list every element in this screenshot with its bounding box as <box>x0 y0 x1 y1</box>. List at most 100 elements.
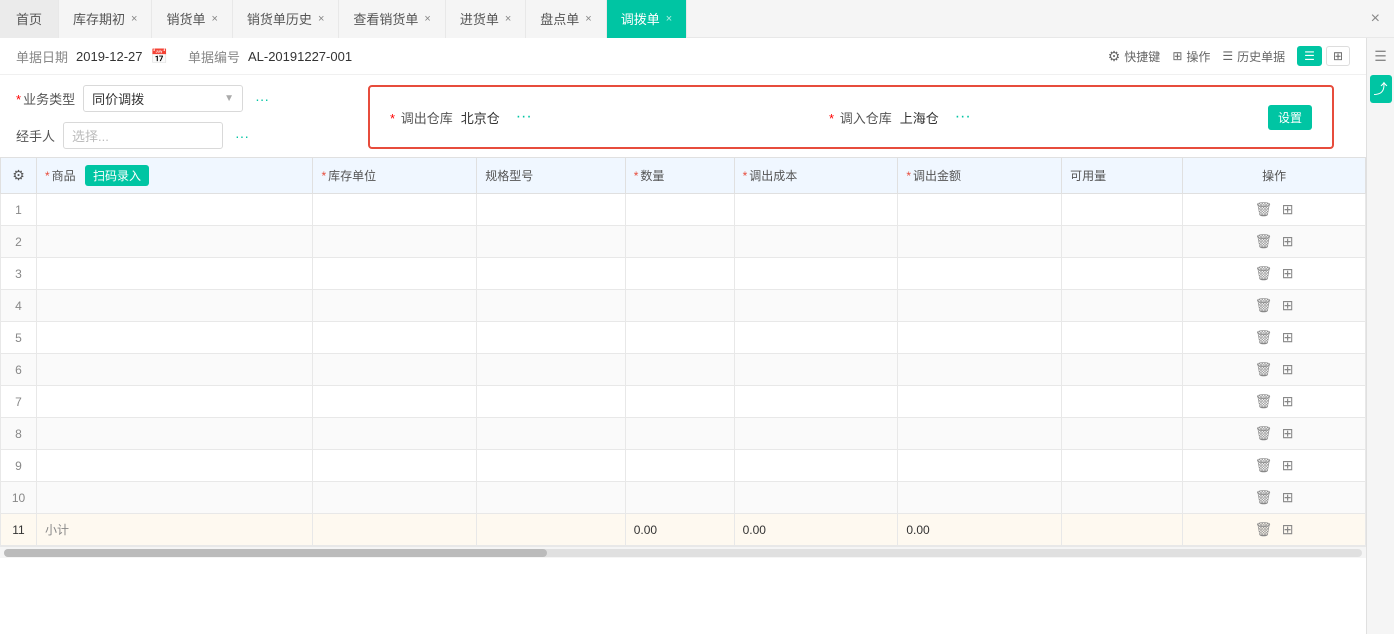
delete-icon[interactable]: 🗑 <box>1255 233 1273 249</box>
cell-unit[interactable] <box>313 386 477 418</box>
tab-close-sales-order[interactable]: × <box>211 13 217 25</box>
cell-product[interactable] <box>37 290 313 322</box>
tab-close-purchase[interactable]: × <box>505 13 511 25</box>
cell-spec[interactable] <box>477 450 626 482</box>
scrollbar-track[interactable] <box>4 549 1362 557</box>
cell-cost[interactable] <box>734 418 898 450</box>
cell-unit[interactable] <box>313 482 477 514</box>
cell-available[interactable] <box>1062 418 1183 450</box>
cell-product[interactable] <box>37 482 313 514</box>
cell-available[interactable] <box>1062 322 1183 354</box>
cell-amount[interactable] <box>898 450 1062 482</box>
cell-qty[interactable] <box>625 418 734 450</box>
handler-dots[interactable]: ··· <box>235 128 249 144</box>
cell-product[interactable] <box>37 226 313 258</box>
cell-spec[interactable] <box>477 194 626 226</box>
source-warehouse-dots[interactable]: ··· <box>516 108 532 126</box>
cell-qty[interactable] <box>625 194 734 226</box>
copy-icon[interactable]: ⊞ <box>1282 521 1294 537</box>
delete-icon[interactable]: 🗑 <box>1255 521 1273 537</box>
copy-icon[interactable]: ⊞ <box>1282 457 1294 473</box>
operations-button[interactable]: ⊞ 操作 <box>1172 48 1210 65</box>
tab-close-stocktaking[interactable]: × <box>585 13 591 25</box>
cell-product[interactable] <box>37 386 313 418</box>
cell-qty[interactable] <box>625 258 734 290</box>
cell-product[interactable] <box>37 418 313 450</box>
cell-amount[interactable] <box>898 322 1062 354</box>
cell-amount[interactable] <box>898 482 1062 514</box>
delete-icon[interactable]: 🗑 <box>1255 425 1273 441</box>
delete-icon[interactable]: 🗑 <box>1255 457 1273 473</box>
cell-available[interactable] <box>1062 226 1183 258</box>
cell-qty[interactable] <box>625 482 734 514</box>
cell-available[interactable] <box>1062 482 1183 514</box>
cell-spec[interactable] <box>477 418 626 450</box>
copy-icon[interactable]: ⊞ <box>1282 425 1294 441</box>
handler-select[interactable]: 选择... <box>63 122 223 149</box>
shortcuts-button[interactable]: ⚙ 快捷键 <box>1108 48 1161 65</box>
cell-qty[interactable] <box>625 386 734 418</box>
target-warehouse-dots[interactable]: ··· <box>955 108 971 126</box>
sidebar-export-icon[interactable]: ⤴ <box>1370 75 1392 103</box>
cell-amount[interactable] <box>898 354 1062 386</box>
cell-spec[interactable] <box>477 322 626 354</box>
cell-available[interactable] <box>1062 258 1183 290</box>
setting-button[interactable]: 设置 <box>1268 105 1312 130</box>
copy-icon[interactable]: ⊞ <box>1282 489 1294 505</box>
cell-spec[interactable] <box>477 482 626 514</box>
tab-close-transfer[interactable]: × <box>666 13 672 25</box>
delete-icon[interactable]: 🗑 <box>1255 489 1273 505</box>
tab-inventory-init[interactable]: 库存期初 × <box>59 0 152 38</box>
tab-sales-history[interactable]: 销货单历史 × <box>233 0 339 38</box>
cell-product[interactable] <box>37 450 313 482</box>
cell-unit[interactable] <box>313 194 477 226</box>
cell-product[interactable] <box>37 194 313 226</box>
cell-amount[interactable] <box>898 258 1062 290</box>
cell-amount[interactable] <box>898 386 1062 418</box>
copy-icon[interactable]: ⊞ <box>1282 201 1294 217</box>
cell-qty[interactable] <box>625 226 734 258</box>
cell-qty[interactable] <box>625 322 734 354</box>
list-view-button[interactable]: ☰ <box>1297 46 1322 66</box>
cell-cost[interactable] <box>734 386 898 418</box>
cell-amount[interactable] <box>898 290 1062 322</box>
cell-cost[interactable] <box>734 322 898 354</box>
tab-close-check-sales[interactable]: × <box>424 13 430 25</box>
cell-cost[interactable] <box>734 354 898 386</box>
cell-cost[interactable] <box>734 194 898 226</box>
cell-amount[interactable] <box>898 418 1062 450</box>
cell-product[interactable] <box>37 258 313 290</box>
copy-icon[interactable]: ⊞ <box>1282 329 1294 345</box>
cell-available[interactable] <box>1062 194 1183 226</box>
calendar-icon[interactable]: 📅 <box>151 48 168 65</box>
cell-unit[interactable] <box>313 258 477 290</box>
cell-amount[interactable] <box>898 194 1062 226</box>
delete-icon[interactable]: 🗑 <box>1255 329 1273 345</box>
cell-cost[interactable] <box>734 482 898 514</box>
cell-qty[interactable] <box>625 290 734 322</box>
cell-cost[interactable] <box>734 226 898 258</box>
window-close-button[interactable]: × <box>1357 0 1394 38</box>
cell-unit[interactable] <box>313 290 477 322</box>
delete-icon[interactable]: 🗑 <box>1255 297 1273 313</box>
tab-check-sales[interactable]: 查看销货单 × <box>339 0 445 38</box>
cell-available[interactable] <box>1062 450 1183 482</box>
tab-sales-order[interactable]: 销货单 × <box>152 0 232 38</box>
cell-qty[interactable] <box>625 354 734 386</box>
cell-unit[interactable] <box>313 354 477 386</box>
grid-view-button[interactable]: ⊞ <box>1326 46 1350 66</box>
history-button[interactable]: ☰ 历史单据 <box>1222 48 1285 65</box>
cell-unit[interactable] <box>313 450 477 482</box>
cell-available[interactable] <box>1062 386 1183 418</box>
copy-icon[interactable]: ⊞ <box>1282 361 1294 377</box>
scan-button[interactable]: 扫码录入 <box>85 165 149 186</box>
cell-spec[interactable] <box>477 354 626 386</box>
tab-transfer[interactable]: 调拨单 × <box>607 0 687 38</box>
tab-stocktaking[interactable]: 盘点单 × <box>526 0 606 38</box>
cell-cost[interactable] <box>734 258 898 290</box>
tab-home[interactable]: 首页 <box>0 0 59 38</box>
cell-available[interactable] <box>1062 354 1183 386</box>
copy-icon[interactable]: ⊞ <box>1282 393 1294 409</box>
cell-unit[interactable] <box>313 322 477 354</box>
sidebar-list-icon[interactable]: ☰ <box>1374 48 1387 65</box>
